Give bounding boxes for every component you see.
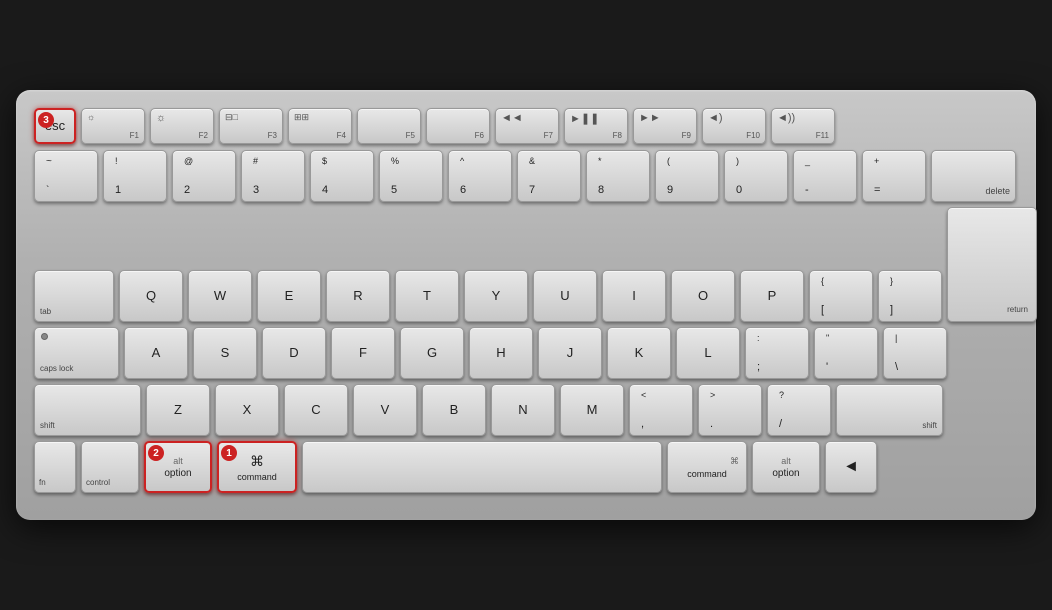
key-option-right[interactable]: alt option [752,441,820,493]
key-0[interactable]: ) 0 [724,150,788,202]
key-3[interactable]: # 3 [241,150,305,202]
key-f6[interactable]: F6 [426,108,490,144]
key-f7[interactable]: ◄◄ F7 [495,108,559,144]
key-i[interactable]: I [602,270,666,322]
key-option-left[interactable]: 2 alt option [144,441,212,493]
key-bracket-right[interactable]: } ] [878,270,942,322]
key-quote[interactable]: " ' [814,327,878,379]
key-shift-left[interactable]: shift [34,384,141,436]
key-equals[interactable]: + = [862,150,926,202]
key-4[interactable]: $ 4 [310,150,374,202]
key-b[interactable]: B [422,384,486,436]
key-f1[interactable]: ☼ F1 [81,108,145,144]
key-8[interactable]: * 8 [586,150,650,202]
asdf-row: caps lock A S D F G H J K L : ; " ' | \ [34,327,1018,379]
key-minus[interactable]: _ - [793,150,857,202]
key-s[interactable]: S [193,327,257,379]
function-row: 3 esc ☼ F1 ☼ F2 ⊟□ F3 ⊞⊞ F4 [34,108,1018,144]
key-t[interactable]: T [395,270,459,322]
key-k[interactable]: K [607,327,671,379]
key-r[interactable]: R [326,270,390,322]
key-comma[interactable]: < , [629,384,693,436]
key-f3[interactable]: ⊟□ F3 [219,108,283,144]
key-l[interactable]: L [676,327,740,379]
key-period[interactable]: > . [698,384,762,436]
key-f5[interactable]: F5 [357,108,421,144]
key-w[interactable]: W [188,270,252,322]
key-q[interactable]: Q [119,270,183,322]
key-control[interactable]: control [81,441,139,493]
bottom-row: fn control 2 alt option 1 ⌘ command ⌘ co… [34,441,1018,493]
key-c[interactable]: C [284,384,348,436]
key-1[interactable]: ! 1 [103,150,167,202]
key-p[interactable]: P [740,270,804,322]
key-e[interactable]: E [257,270,321,322]
key-delete[interactable]: delete [931,150,1016,202]
key-backslash[interactable]: | \ [883,327,947,379]
key-a[interactable]: A [124,327,188,379]
key-esc[interactable]: 3 esc [34,108,76,144]
keyboard: 3 esc ☼ F1 ☼ F2 ⊟□ F3 ⊞⊞ F4 [16,90,1036,520]
qwerty-row: tab Q W E R T Y U I O P { [ } ] return [34,207,1018,322]
key-f8[interactable]: ►❚❚ F8 [564,108,628,144]
key-g[interactable]: G [400,327,464,379]
key-j[interactable]: J [538,327,602,379]
key-tilde[interactable]: ~ ` [34,150,98,202]
key-n[interactable]: N [491,384,555,436]
key-f[interactable]: F [331,327,395,379]
key-command-right[interactable]: ⌘ command [667,441,747,493]
key-h[interactable]: H [469,327,533,379]
key-f9[interactable]: ►► F9 [633,108,697,144]
key-semicolon[interactable]: : ; [745,327,809,379]
key-f10[interactable]: ◄) F10 [702,108,766,144]
key-v[interactable]: V [353,384,417,436]
key-f11[interactable]: ◄)) F11 [771,108,835,144]
key-shift-right[interactable]: shift [836,384,943,436]
key-f4[interactable]: ⊞⊞ F4 [288,108,352,144]
key-command-left[interactable]: 1 ⌘ command [217,441,297,493]
zxcv-row: shift Z X C V B N M < , > . ? / shif [34,384,1018,436]
key-m[interactable]: M [560,384,624,436]
key-2[interactable]: @ 2 [172,150,236,202]
key-arrow-left[interactable]: ◄ [825,441,877,493]
key-fn[interactable]: fn [34,441,76,493]
number-row: ~ ` ! 1 @ 2 # 3 $ 4 [34,150,1018,202]
key-f2[interactable]: ☼ F2 [150,108,214,144]
key-tab[interactable]: tab [34,270,114,322]
key-u[interactable]: U [533,270,597,322]
key-bracket-left[interactable]: { [ [809,270,873,322]
key-6[interactable]: ^ 6 [448,150,512,202]
key-5[interactable]: % 5 [379,150,443,202]
key-z[interactable]: Z [146,384,210,436]
key-y[interactable]: Y [464,270,528,322]
key-space[interactable] [302,441,662,493]
key-9[interactable]: ( 9 [655,150,719,202]
key-return[interactable]: return [947,207,1037,322]
key-d[interactable]: D [262,327,326,379]
key-slash[interactable]: ? / [767,384,831,436]
key-caps-lock[interactable]: caps lock [34,327,119,379]
key-x[interactable]: X [215,384,279,436]
key-7[interactable]: & 7 [517,150,581,202]
key-o[interactable]: O [671,270,735,322]
